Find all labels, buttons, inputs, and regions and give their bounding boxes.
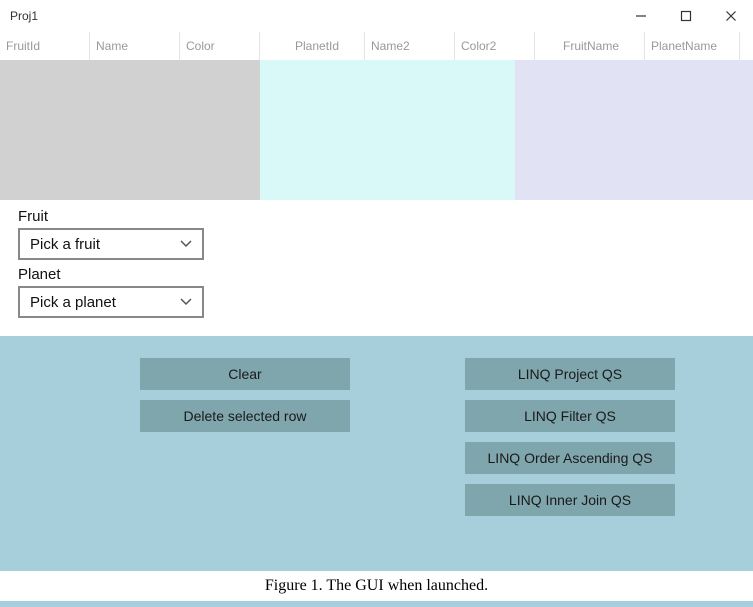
planet-label: Planet xyxy=(18,266,735,283)
close-button[interactable] xyxy=(708,0,753,32)
col-fruitname[interactable]: FruitName xyxy=(535,32,645,60)
linq-filter-button-label: LINQ Filter QS xyxy=(524,408,616,424)
grid-panels xyxy=(0,60,753,200)
fruit-grid-panel[interactable] xyxy=(0,60,260,200)
result-grid-panel[interactable] xyxy=(515,60,753,200)
delete-row-button[interactable]: Delete selected row xyxy=(140,400,350,432)
planet-combobox[interactable]: Pick a planet xyxy=(18,286,204,318)
fruit-combobox[interactable]: Pick a fruit xyxy=(18,228,204,260)
linq-project-button-label: LINQ Project QS xyxy=(518,366,622,382)
col-name[interactable]: Name xyxy=(90,32,180,60)
linq-inner-join-button-label: LINQ Inner Join QS xyxy=(509,492,631,508)
linq-inner-join-button[interactable]: LINQ Inner Join QS xyxy=(465,484,675,516)
col-color2[interactable]: Color2 xyxy=(455,32,535,60)
window-title: Proj1 xyxy=(10,9,618,23)
linq-order-asc-button-label: LINQ Order Ascending QS xyxy=(488,450,653,466)
col-name2[interactable]: Name2 xyxy=(365,32,455,60)
window-controls xyxy=(618,0,753,32)
fruit-combobox-text: Pick a fruit xyxy=(30,236,100,253)
figure-caption: Figure 1. The GUI when launched. xyxy=(0,571,753,601)
pickers-area: Fruit Pick a fruit Planet Pick a planet xyxy=(0,200,753,336)
button-area: Clear Delete selected row LINQ Project Q… xyxy=(0,336,753,607)
app-window: Proj1 FruitId Name Color PlanetId Name2 … xyxy=(0,0,753,607)
linq-filter-button[interactable]: LINQ Filter QS xyxy=(465,400,675,432)
planet-grid-panel[interactable] xyxy=(260,60,515,200)
planet-combobox-text: Pick a planet xyxy=(30,294,116,311)
col-fruitid[interactable]: FruitId xyxy=(0,32,90,60)
maximize-button[interactable] xyxy=(663,0,708,32)
linq-project-button[interactable]: LINQ Project QS xyxy=(465,358,675,390)
minimize-button[interactable] xyxy=(618,0,663,32)
col-planetname[interactable]: PlanetName xyxy=(645,32,740,60)
column-headers: FruitId Name Color PlanetId Name2 Color2… xyxy=(0,32,753,60)
col-color[interactable]: Color xyxy=(180,32,260,60)
delete-row-button-label: Delete selected row xyxy=(184,408,307,424)
clear-button-label: Clear xyxy=(228,366,261,382)
titlebar: Proj1 xyxy=(0,0,753,32)
fruit-label: Fruit xyxy=(18,208,735,225)
linq-order-asc-button[interactable]: LINQ Order Ascending QS xyxy=(465,442,675,474)
col-planetid[interactable]: PlanetId xyxy=(260,32,365,60)
clear-button[interactable]: Clear xyxy=(140,358,350,390)
chevron-down-icon xyxy=(180,237,192,251)
chevron-down-icon xyxy=(180,295,192,309)
